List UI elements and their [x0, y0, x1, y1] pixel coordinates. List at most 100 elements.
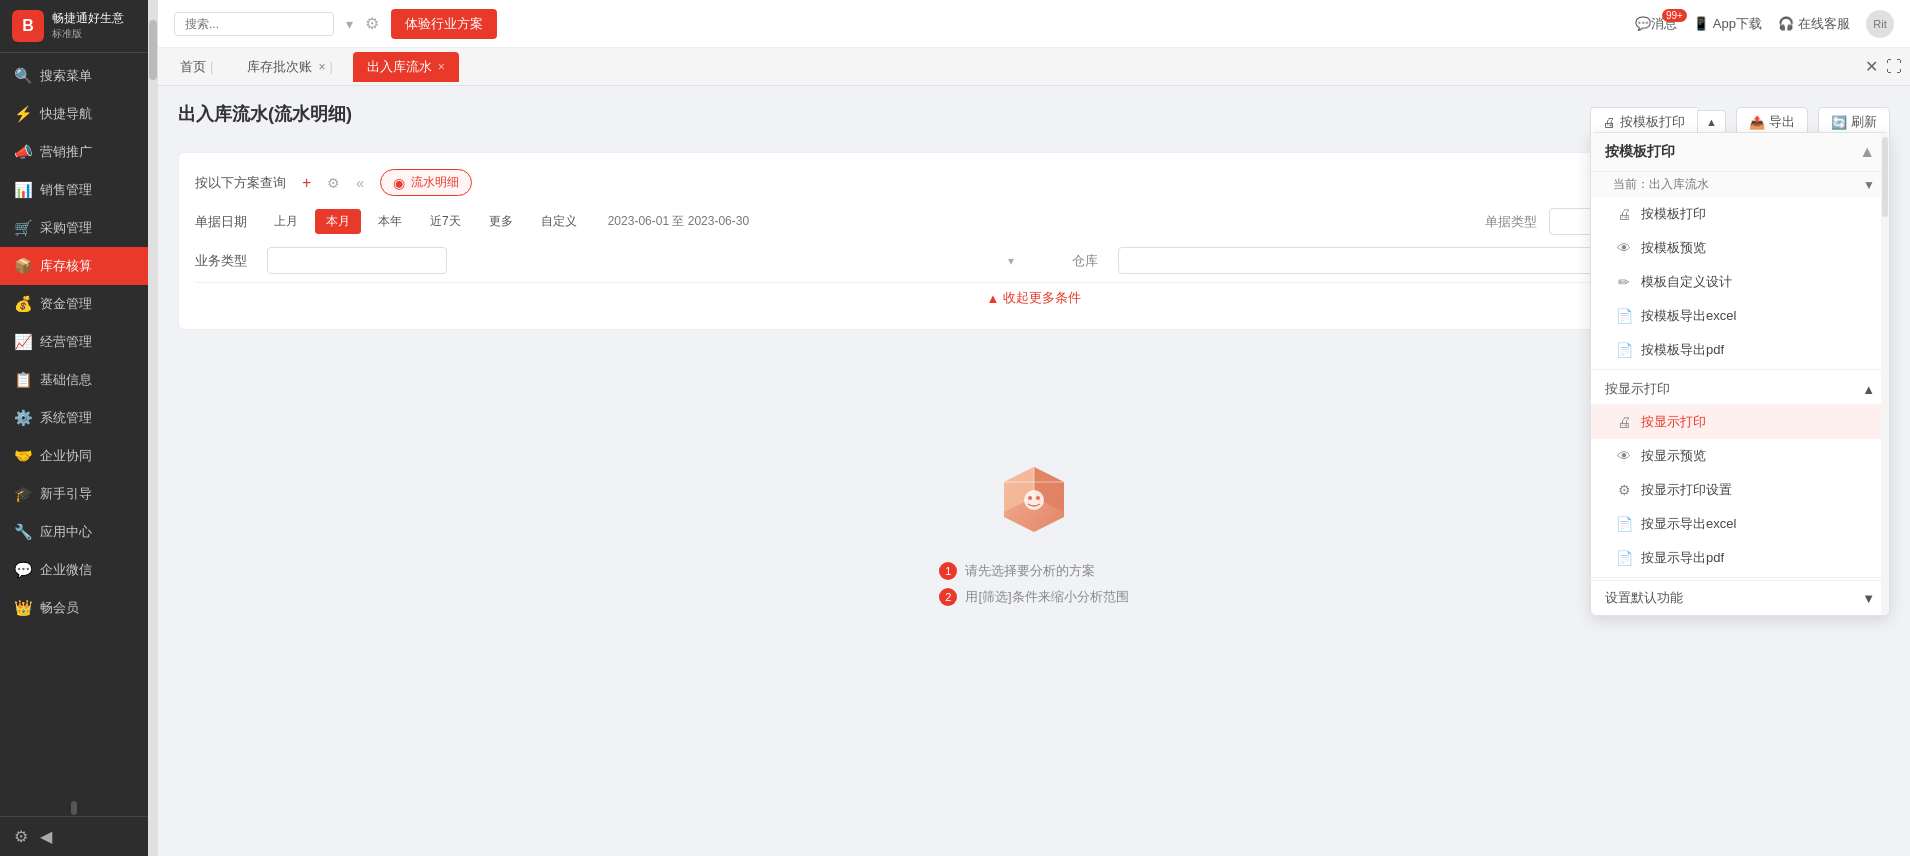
- tab-label-home: 首页: [180, 58, 206, 76]
- sidebar-item-search[interactable]: 🔍搜索菜单: [0, 57, 148, 95]
- dp-display-section[interactable]: 按显示打印 ▲: [1591, 372, 1889, 405]
- search-input[interactable]: [174, 12, 334, 36]
- dp-template-item-按模板导出excel[interactable]: 📄按模板导出excel: [1591, 299, 1889, 333]
- app-download-button[interactable]: 📱 App下载: [1693, 15, 1762, 33]
- date-tag-上月[interactable]: 上月: [263, 209, 309, 234]
- sidebar-item-quick-nav[interactable]: ⚡快捷导航: [0, 95, 148, 133]
- sidebar-item-inventory[interactable]: 📦库存核算: [0, 247, 148, 285]
- refresh-icon: 🔄: [1831, 115, 1847, 130]
- sidebar-item-apps[interactable]: 🔧应用中心: [0, 513, 148, 551]
- sidebar-scrollbar[interactable]: [148, 0, 158, 856]
- date-field-label: 单据日期: [195, 213, 247, 231]
- dropdown-collapse-icon[interactable]: ▲: [1859, 143, 1875, 161]
- message-button[interactable]: 💬 消息 99+: [1635, 15, 1677, 33]
- dp-label: 模板自定义设计: [1641, 273, 1732, 291]
- dp-template-item-按模板预览[interactable]: 👁按模板预览: [1591, 231, 1889, 265]
- collapse-more-label: 收起更多条件: [1003, 289, 1081, 307]
- date-tag-本年[interactable]: 本年: [367, 209, 413, 234]
- collapse-arrow-icon: ▲: [987, 291, 1000, 306]
- sidebar-item-sales[interactable]: 📊销售管理: [0, 171, 148, 209]
- export-label: 导出: [1769, 113, 1795, 131]
- sidebar-label-system: 系统管理: [40, 409, 92, 427]
- empty-hints: 1 请先选择要分析的方案 2 用[筛选]条件来缩小分析范围: [939, 562, 1128, 606]
- tab-home[interactable]: 首页|: [166, 52, 231, 82]
- hint-text-1: 请先选择要分析的方案: [965, 562, 1095, 580]
- tab-inventory-batch[interactable]: 库存批次账×|: [233, 52, 350, 82]
- date-tag-近7天[interactable]: 近7天: [419, 209, 472, 234]
- dp-label: 按模板打印: [1641, 205, 1706, 223]
- close-tab-icon[interactable]: ✕: [1865, 57, 1878, 76]
- date-tag-自定义[interactable]: 自定义: [530, 209, 588, 234]
- sidebar-item-guide[interactable]: 🎓新手引导: [0, 475, 148, 513]
- dropdown-footer[interactable]: 设置默认功能 ▼: [1591, 580, 1889, 615]
- dropdown-template-items: 🖨按模板打印👁按模板预览✏模板自定义设计📄按模板导出excel📄按模板导出pdf: [1591, 197, 1889, 367]
- sidebar-item-enterprise[interactable]: 🤝企业协同: [0, 437, 148, 475]
- tab-close-inventory-batch[interactable]: ×: [318, 60, 325, 74]
- empty-state-illustration: [984, 442, 1084, 542]
- system-icon: ⚙️: [14, 409, 32, 427]
- filter-label: 按以下方案查询: [195, 174, 286, 192]
- filter-settings-icon[interactable]: ⚙: [327, 175, 340, 191]
- dp-display-item-按显示打印设置[interactable]: ⚙按显示打印设置: [1591, 473, 1889, 507]
- sidebar-item-finance[interactable]: 💰资金管理: [0, 285, 148, 323]
- filter-chip-current[interactable]: ◉ 流水明细: [380, 169, 472, 196]
- tab-inout-flow[interactable]: 出入库流水×: [353, 52, 459, 82]
- dp-template-item-模板自定义设计[interactable]: ✏模板自定义设计: [1591, 265, 1889, 299]
- collapse-sidebar-icon[interactable]: ◀: [40, 827, 52, 846]
- quick-nav-icon: ⚡: [14, 105, 32, 123]
- dropdown-scrollbar[interactable]: [1881, 133, 1889, 615]
- sidebar-item-purchase[interactable]: 🛒采购管理: [0, 209, 148, 247]
- sidebar-item-business[interactable]: 📈经营管理: [0, 323, 148, 361]
- dp-display-item-按显示导出pdf[interactable]: 📄按显示导出pdf: [1591, 541, 1889, 575]
- filter-add-icon[interactable]: +: [302, 174, 311, 192]
- dp-template-item-按模板导出pdf[interactable]: 📄按模板导出pdf: [1591, 333, 1889, 367]
- dp-icon: ⚙: [1615, 482, 1633, 498]
- online-service-button[interactable]: 🎧 在线客服: [1778, 15, 1850, 33]
- industry-solution-button[interactable]: 体验行业方案: [391, 9, 497, 39]
- basic-icon: 📋: [14, 371, 32, 389]
- topbar-left: ▾ ⚙ 体验行业方案: [174, 9, 497, 39]
- tabbar: 首页|库存批次账×|出入库流水× ✕ ⛶: [158, 48, 1910, 86]
- hint-item-2: 2 用[筛选]条件来缩小分析范围: [939, 588, 1128, 606]
- app-download-label: App下载: [1713, 15, 1762, 33]
- sidebar-item-member[interactable]: 👑畅会员: [0, 589, 148, 627]
- dp-scroll-thumb: [1882, 137, 1888, 217]
- sidebar-item-basic[interactable]: 📋基础信息: [0, 361, 148, 399]
- app-logo: B 畅捷通好生意 标准版: [0, 0, 148, 53]
- sidebar-label-guide: 新手引导: [40, 485, 92, 503]
- headset-icon: 🎧: [1778, 16, 1794, 31]
- dp-label: 按显示打印: [1641, 413, 1706, 431]
- date-tag-更多[interactable]: 更多: [478, 209, 524, 234]
- dp-icon: 📄: [1615, 308, 1633, 324]
- settings-icon[interactable]: ⚙: [365, 14, 379, 33]
- sidebar-item-marketing[interactable]: 📣营销推广: [0, 133, 148, 171]
- content-area: 出入库流水(流水明细) 🖨 按模板打印 ▲ 📤 导出 🔄 刷新: [158, 86, 1910, 856]
- search-dropdown-icon[interactable]: ▾: [346, 16, 353, 32]
- message-badge: 99+: [1662, 9, 1687, 22]
- online-service-label: 在线客服: [1798, 15, 1850, 33]
- tab-close-inout-flow[interactable]: ×: [438, 60, 445, 74]
- biz-type-select[interactable]: [267, 247, 447, 274]
- sidebar-label-finance: 资金管理: [40, 295, 92, 313]
- hint-text-2: 用[筛选]条件来缩小分析范围: [965, 588, 1128, 606]
- filter-collapse-icon[interactable]: «: [356, 175, 364, 191]
- user-avatar[interactable]: Rit: [1866, 10, 1894, 38]
- enterprise-icon: 🤝: [14, 447, 32, 465]
- dp-display-item-按显示预览[interactable]: 👁按显示预览: [1591, 439, 1889, 473]
- print-dropdown-arrow[interactable]: ▲: [1697, 110, 1726, 134]
- settings-icon[interactable]: ⚙: [14, 827, 28, 846]
- dp-display-item-按显示打印[interactable]: 🖨按显示打印: [1591, 405, 1889, 439]
- dropdown-current[interactable]: 当前：出入库流水 ▼: [1591, 172, 1889, 197]
- sidebar-item-system[interactable]: ⚙️ 系统管理: [0, 399, 148, 437]
- sidebar-item-wechat[interactable]: 💬企业微信: [0, 551, 148, 589]
- dp-icon: 👁: [1615, 448, 1633, 464]
- expand-icon[interactable]: ⛶: [1886, 58, 1902, 76]
- dp-template-item-按模板打印[interactable]: 🖨按模板打印: [1591, 197, 1889, 231]
- date-tag-本月[interactable]: 本月: [315, 209, 361, 234]
- marketing-icon: 📣: [14, 143, 32, 161]
- dp-display-item-按显示导出excel[interactable]: 📄按显示导出excel: [1591, 507, 1889, 541]
- apps-icon: 🔧: [14, 523, 32, 541]
- sidebar-label-sales: 销售管理: [40, 181, 92, 199]
- sidebar-label-business: 经营管理: [40, 333, 92, 351]
- print-dropdown-panel: 按模板打印 ▲ 当前：出入库流水 ▼ 🖨按模板打印👁按模板预览✏模板自定义设计📄…: [1590, 132, 1890, 616]
